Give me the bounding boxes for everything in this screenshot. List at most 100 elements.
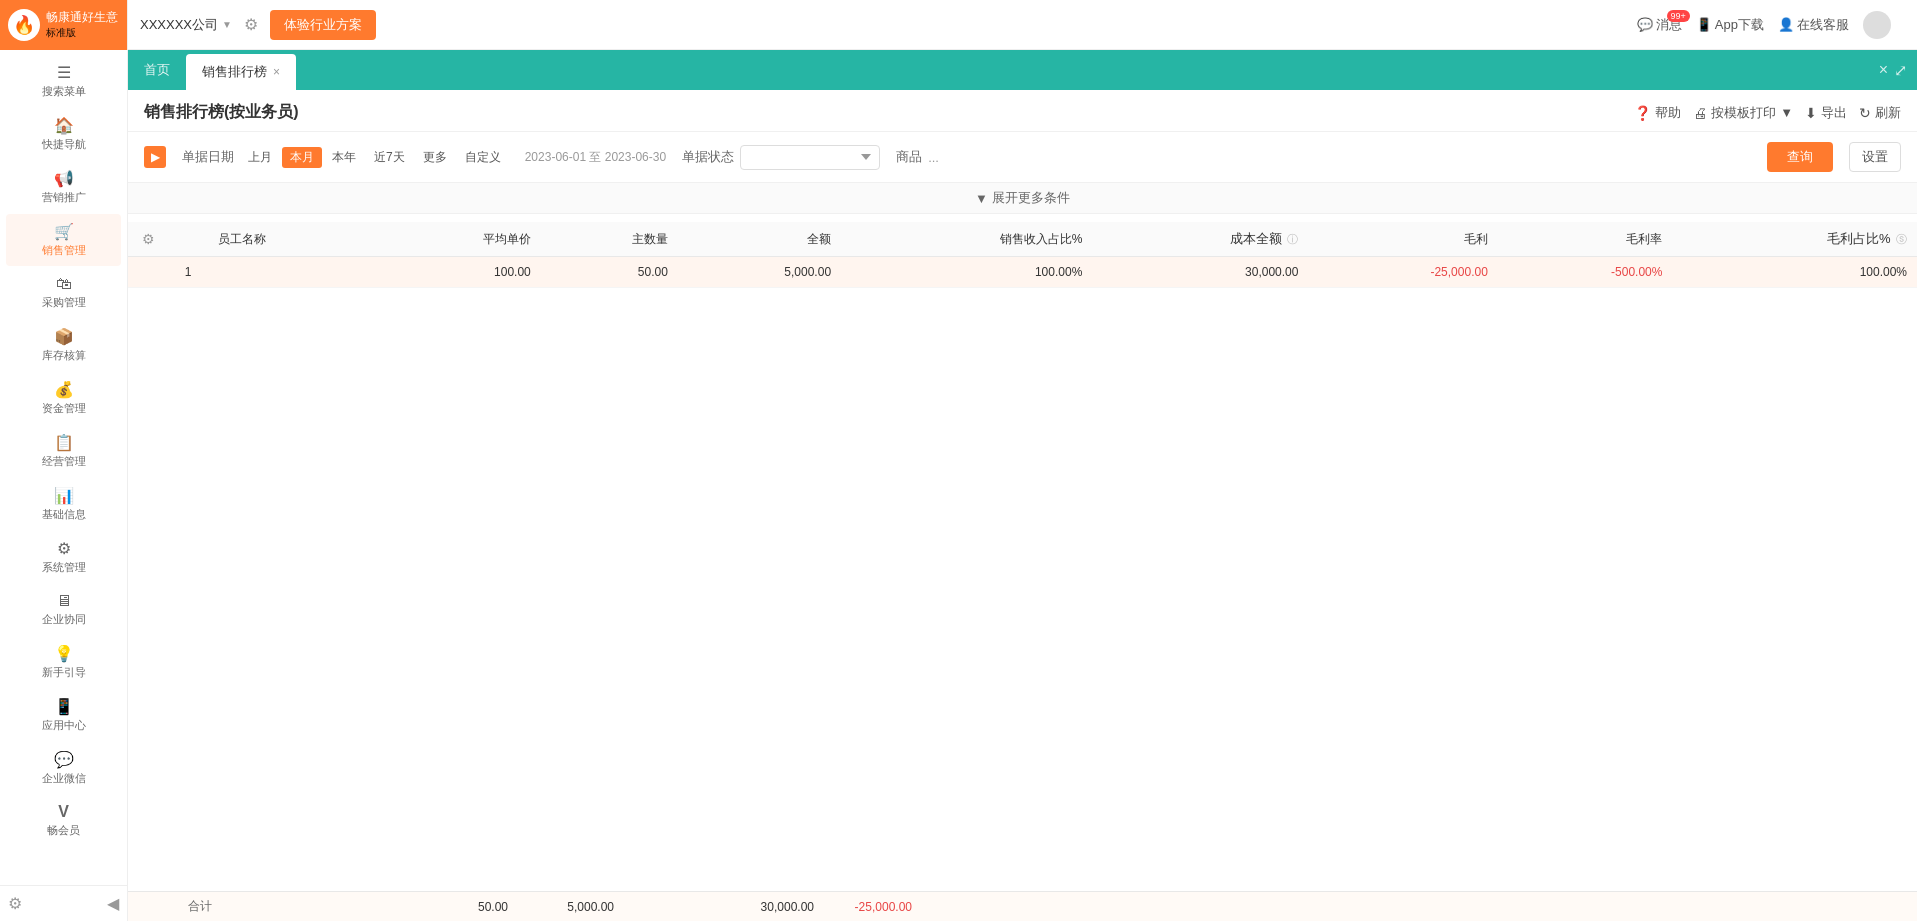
sidebar-item-basicinfo[interactable]: 📊 基础信息	[6, 478, 121, 530]
expand-more-icon: ▼	[975, 191, 988, 206]
print-icon: 🖨	[1693, 105, 1707, 121]
cost-info-icon[interactable]: ⓘ	[1287, 233, 1298, 245]
sidebar: 🔥 畅康通好生意 标准版 ☰ 搜索菜单 🏠 快捷导航 📢 营销推广 🛒 销售管理…	[0, 0, 128, 921]
row-amount: 5,000.00	[678, 257, 841, 288]
app-download-btn[interactable]: 📱 App下载	[1696, 16, 1764, 34]
print-btn[interactable]: 🖨 按模板打印 ▼	[1693, 104, 1793, 122]
date-custom-btn[interactable]: 自定义	[457, 147, 509, 168]
sidebar-label-inventory: 库存核算	[42, 348, 86, 363]
table-gear-icon[interactable]: ⚙	[142, 231, 155, 247]
message-btn[interactable]: 💬 消息 99+	[1637, 16, 1682, 34]
message-icon: 💬	[1637, 17, 1653, 32]
refresh-label: 刷新	[1875, 104, 1901, 122]
sidebar-label-quicknav: 快捷导航	[42, 137, 86, 152]
user-avatar[interactable]	[1863, 11, 1891, 39]
sidebar-label-system: 系统管理	[42, 560, 86, 575]
sidebar-label-appcenter: 应用中心	[42, 718, 86, 733]
sidebar-item-weixin[interactable]: 💬 企业微信	[6, 742, 121, 794]
tab-active-label: 销售排行榜	[202, 63, 267, 81]
company-name: XXXXXX公司	[140, 16, 218, 34]
th-gross-pct: 毛利占比% ⓢ	[1672, 222, 1917, 257]
th-gross-rate: 毛利率	[1498, 222, 1673, 257]
help-btn[interactable]: ❓ 帮助	[1634, 104, 1681, 122]
sidebar-item-operation[interactable]: 📋 经营管理	[6, 425, 121, 477]
basicinfo-icon: 📊	[54, 486, 74, 505]
table-header-row: ⚙ 员工名称 平均单价 主数量 全额 销售收入占比% 成本全额 ⓘ	[128, 222, 1917, 257]
th-sales-pct: 销售收入占比%	[841, 222, 1092, 257]
refresh-icon: ↻	[1859, 105, 1871, 121]
trial-btn[interactable]: 体验行业方案	[270, 10, 376, 40]
tab-home-label: 首页	[144, 61, 170, 79]
goods-more[interactable]: ...	[928, 150, 939, 165]
sidebar-item-marketing[interactable]: 📢 营销推广	[6, 161, 121, 213]
appcenter-icon: 📱	[54, 697, 74, 716]
date-7days-btn[interactable]: 近7天	[366, 147, 413, 168]
footer-amount: 5,000.00	[524, 900, 614, 914]
query-btn[interactable]: 查询	[1767, 142, 1833, 172]
logo-text: 畅康通好生意 标准版	[46, 10, 118, 40]
marketing-icon: 📢	[54, 169, 74, 188]
page-content: 销售排行榜(按业务员) ❓ 帮助 🖨 按模板打印 ▼ ⬇ 导出	[128, 90, 1917, 921]
filter-settings-btn[interactable]: 设置	[1849, 142, 1901, 172]
row-gross: -25,000.00	[1308, 257, 1497, 288]
enterprise-icon: 🖥	[56, 592, 72, 610]
date-options: 上月 本月 本年 近7天 更多 自定义	[240, 147, 509, 168]
sidebar-collapse-btn[interactable]: ◀	[107, 894, 119, 913]
th-settings[interactable]: ⚙	[128, 222, 168, 257]
help-label: 帮助	[1655, 104, 1681, 122]
date-this-year-btn[interactable]: 本年	[324, 147, 364, 168]
sidebar-item-finance[interactable]: 💰 资金管理	[6, 372, 121, 424]
sidebar-label-marketing: 营销推广	[42, 190, 86, 205]
date-last-month-btn[interactable]: 上月	[240, 147, 280, 168]
tab-sales-ranking[interactable]: 销售排行榜 ×	[186, 54, 296, 90]
sidebar-item-search[interactable]: ☰ 搜索菜单	[6, 55, 121, 107]
tabbar-spacer	[296, 50, 1869, 90]
refresh-btn[interactable]: ↻ 刷新	[1859, 104, 1901, 122]
filter-expand-btn[interactable]: ▶	[144, 146, 166, 168]
sidebar-item-quicknav[interactable]: 🏠 快捷导航	[6, 108, 121, 160]
row-rank: 1	[168, 257, 208, 288]
sidebar-item-appcenter[interactable]: 📱 应用中心	[6, 689, 121, 741]
sidebar-item-purchase[interactable]: 🛍 采购管理	[6, 267, 121, 318]
row-gross-pct: 100.00%	[1672, 257, 1917, 288]
sidebar-item-system[interactable]: ⚙ 系统管理	[6, 531, 121, 583]
tab-close-icon[interactable]: ×	[273, 66, 280, 78]
date-more-btn[interactable]: 更多	[415, 147, 455, 168]
sidebar-label-enterprise: 企业协同	[42, 612, 86, 627]
topbar-gear-icon[interactable]: ⚙	[240, 11, 262, 38]
search-menu-icon: ☰	[57, 63, 71, 82]
weixin-icon: 💬	[54, 750, 74, 769]
table-footer: 合计 50.00 5,000.00 30,000.00 -25,000.00	[128, 891, 1917, 921]
sidebar-item-enterprise[interactable]: 🖥 企业协同	[6, 584, 121, 635]
page-inner: 销售排行榜(按业务员) ❓ 帮助 🖨 按模板打印 ▼ ⬇ 导出	[128, 90, 1917, 921]
sidebar-item-guide[interactable]: 💡 新手引导	[6, 636, 121, 688]
finance-icon: 💰	[54, 380, 74, 399]
date-this-month-btn[interactable]: 本月	[282, 147, 322, 168]
date-label: 单据日期	[182, 148, 234, 166]
sidebar-item-inventory[interactable]: 📦 库存核算	[6, 319, 121, 371]
tab-home[interactable]: 首页	[128, 50, 186, 90]
company-selector[interactable]: XXXXXX公司 ▼	[140, 16, 232, 34]
th-gross: 毛利	[1308, 222, 1497, 257]
sales-icon: 🛒	[54, 222, 74, 241]
table-container: ⚙ 员工名称 平均单价 主数量 全额 销售收入占比% 成本全额 ⓘ	[128, 214, 1917, 891]
online-service-btn[interactable]: 👤 在线客服	[1778, 16, 1849, 34]
logo-subtitle: 标准版	[46, 26, 118, 40]
export-btn[interactable]: ⬇ 导出	[1805, 104, 1847, 122]
sidebar-item-sales[interactable]: 🛒 销售管理	[6, 214, 121, 266]
footer-cost: 30,000.00	[724, 900, 814, 914]
filter-bar: ▶ 单据日期 上月 本月 本年 近7天 更多 自定义 2023-06-01 至 …	[128, 132, 1917, 183]
goods-label: 商品	[896, 148, 922, 166]
grosspct-info-icon[interactable]: ⓢ	[1896, 233, 1907, 245]
guide-icon: 💡	[54, 644, 74, 663]
window-close-btn[interactable]: ×	[1879, 61, 1888, 79]
sidebar-label-purchase: 采购管理	[42, 295, 86, 310]
sidebar-label-sales: 销售管理	[42, 243, 86, 258]
expand-more-btn[interactable]: ▼ 展开更多条件	[975, 189, 1070, 207]
page-header-actions: ❓ 帮助 🖨 按模板打印 ▼ ⬇ 导出 ↻ 刷新	[1634, 104, 1901, 122]
window-restore-btn[interactable]: ⤢	[1894, 61, 1907, 80]
sidebar-settings-btn[interactable]: ⚙	[8, 894, 22, 913]
sidebar-item-member[interactable]: V 畅会员	[6, 795, 121, 846]
purchase-icon: 🛍	[56, 275, 72, 293]
status-select[interactable]	[740, 145, 880, 170]
